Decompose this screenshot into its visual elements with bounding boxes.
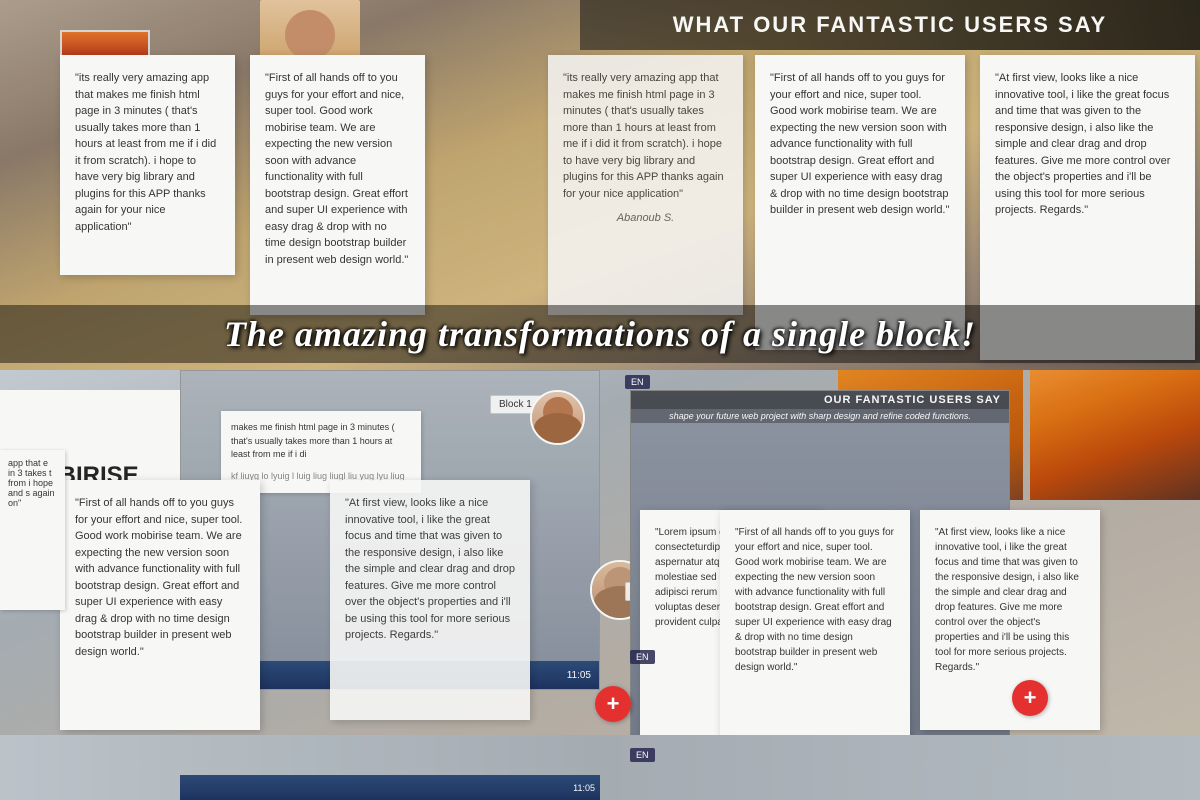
bottom-screenshot-subheader: shape your future web project with sharp… — [631, 409, 1009, 423]
review-text-5: "At first view, looks like a nice innova… — [995, 72, 1170, 216]
review-card-b1: "First of all hands off to you guys for … — [60, 480, 260, 730]
bottom-screenshot-header: OUR FANTASTIC USERS SAY — [631, 391, 1009, 409]
taskbar-time-mid: 11:05 — [567, 670, 591, 681]
review-card-1: "its really very amazing app that makes … — [60, 55, 235, 275]
review-text-b2: "At first view, looks like a nice innova… — [345, 497, 515, 641]
review-text-bs1: "First of all hands off to you guys for … — [735, 527, 894, 673]
plus-button-1[interactable]: + — [595, 686, 631, 722]
plus-button-2[interactable]: + — [1012, 680, 1048, 716]
review-text-bs2: "At first view, looks like a nice innova… — [935, 527, 1079, 673]
review-card-2: "First of all hands off to you guys for … — [250, 55, 425, 315]
lang-badge-1: EN — [625, 375, 650, 389]
avatar-1 — [530, 390, 585, 445]
partial-card-left: app that e in 3 takes t from i hope and … — [0, 450, 65, 610]
review-text-2: "First of all hands off to you guys for … — [265, 72, 408, 266]
review-text-3: "its really very amazing app that makes … — [563, 72, 724, 200]
lang-badge-2: EN — [630, 650, 655, 664]
partial-card-text: app that e in 3 takes t from i hope and … — [8, 458, 55, 508]
bottom-strip: 11:05 — [0, 735, 1200, 800]
lang-badge-3: EN — [630, 748, 655, 762]
center-title: The amazing transformations of a single … — [0, 305, 1200, 363]
review-card-bs2: "At first view, looks like a nice innova… — [920, 510, 1100, 730]
taskbar-time-bottom: 11:05 — [573, 783, 595, 793]
review-card-b2: "At first view, looks like a nice innova… — [330, 480, 530, 720]
header-section: WHAT OUR FANTASTIC USERS SAY — [580, 0, 1200, 50]
landscape-right-2 — [1030, 370, 1200, 500]
reviewer-name-3: Abanoub S. — [563, 210, 728, 227]
review-card-bs1: "First of all hands off to you guys for … — [720, 510, 910, 760]
review-card-3: "its really very amazing app that makes … — [548, 55, 743, 315]
inner-card-text: makes me finish html page in 3 minutes (… — [231, 421, 411, 462]
header-title: WHAT OUR FANTASTIC USERS SAY — [673, 12, 1108, 38]
taskbar-bottom-left: 11:05 — [180, 775, 600, 800]
center-overlay: The amazing transformations of a single … — [0, 305, 1200, 363]
review-text-1: "its really very amazing app that makes … — [75, 72, 216, 233]
review-text-b1: "First of all hands off to you guys for … — [75, 497, 242, 658]
review-text-4: "First of all hands off to you guys for … — [770, 72, 949, 216]
